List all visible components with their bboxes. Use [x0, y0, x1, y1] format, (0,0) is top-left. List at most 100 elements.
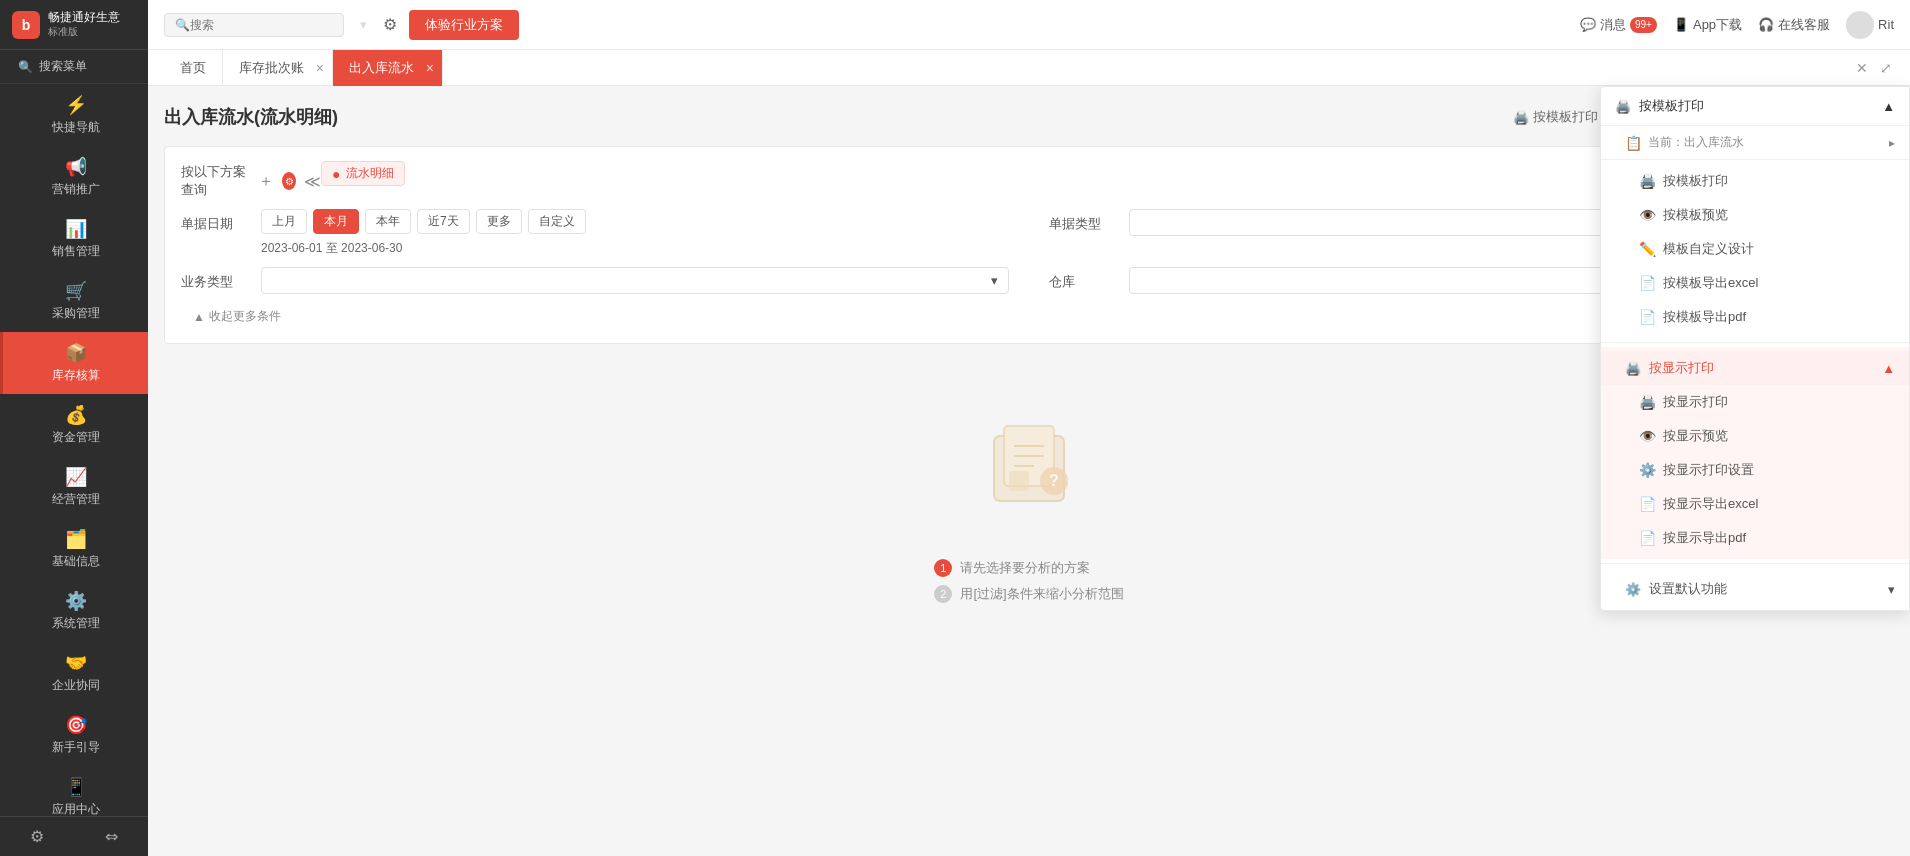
purchase-icon: 🛒 — [65, 280, 87, 302]
sidebar-collapse-btn[interactable]: ⇔ — [105, 827, 118, 846]
filter-expand-btn[interactable]: ≪ — [304, 172, 321, 191]
date-last-month-btn[interactable]: 上月 — [261, 209, 307, 234]
tab-home[interactable]: 首页 — [164, 50, 223, 86]
app-download-label: App下载 — [1693, 16, 1742, 34]
app-download-btn[interactable]: 📱 App下载 — [1673, 16, 1742, 34]
filter-name-tag[interactable]: ● 流水明细 — [321, 161, 405, 186]
empty-step-1: 1 请先选择要分析的方案 — [934, 555, 1123, 581]
inventory-icon: 📦 — [65, 342, 87, 364]
operations-icon: 📈 — [65, 466, 87, 488]
dropdown-divider-1 — [1601, 342, 1909, 343]
date-more-btn[interactable]: 更多 — [476, 209, 522, 234]
dropdown-title: 按模板打印 — [1639, 97, 1704, 115]
filter-date-label: 单据日期 — [181, 209, 261, 233]
filter-date-range: 2023-06-01 至 2023-06-30 — [261, 240, 1009, 257]
sidebar-item-finance[interactable]: 💰 资金管理 — [0, 394, 148, 456]
tab-stock-flow[interactable]: 出入库流水 × — [333, 50, 443, 86]
dropdown-template-preview-item[interactable]: 👁️ 按模板预览 — [1601, 198, 1909, 232]
filter-warehouse-label: 仓库 — [1049, 267, 1129, 291]
topbar-right: 💬 消息 99+ 📱 App下载 🎧 在线客服 Rit — [1580, 11, 1894, 39]
step-num-2: 2 — [934, 585, 952, 603]
dropdown-panel-header[interactable]: 🖨️ 按模板打印 ▲ — [1601, 87, 1909, 126]
tab-stock-flow-close[interactable]: × — [426, 61, 434, 75]
sidebar-item-system[interactable]: ⚙️ 系统管理 — [0, 580, 148, 642]
dropdown-display-section: 🖨️ 按显示打印 ▲ 🖨️ 按显示打印 👁️ 按显示预览 ⚙️ 按显示打印设置 … — [1601, 347, 1909, 559]
dropdown-chevron-up-icon: ▲ — [1882, 99, 1895, 114]
messages-btn[interactable]: 💬 消息 99+ — [1580, 16, 1657, 34]
topbar-gear-icon[interactable]: ⚙ — [383, 15, 397, 34]
dropdown-current-label: 当前：出入库流水 — [1648, 134, 1744, 151]
tab-close-all-btn[interactable]: ✕ — [1854, 58, 1870, 78]
sidebar-search[interactable]: 🔍 搜索菜单 — [0, 50, 148, 84]
app-name-area: 畅捷通好生意 标准版 — [48, 10, 120, 40]
finance-icon: 💰 — [65, 404, 87, 426]
date-7days-btn[interactable]: 近7天 — [417, 209, 470, 234]
sidebar-item-label: 快捷导航 — [52, 119, 100, 136]
sidebar-item-quick-nav[interactable]: ⚡ 快捷导航 — [0, 84, 148, 146]
sidebar-item-cooperation[interactable]: 🤝 企业协同 — [0, 642, 148, 704]
tab-right-buttons: ✕ ⤢ — [1854, 58, 1894, 78]
topbar-search-box[interactable]: 🔍 — [164, 13, 344, 37]
user-avatar-area[interactable]: Rit — [1846, 11, 1894, 39]
filter-main-label: 按以下方案查询 — [181, 163, 250, 199]
sidebar-item-label: 营销推广 — [52, 181, 100, 198]
display-export-pdf-icon: 📄 — [1639, 530, 1655, 546]
sidebar-item-label: 资金管理 — [52, 429, 100, 446]
template-export-pdf-icon: 📄 — [1639, 309, 1655, 325]
online-service-icon: 🎧 — [1758, 17, 1774, 32]
topbar-search-input[interactable] — [190, 18, 333, 32]
display-preview-icon: 👁️ — [1639, 428, 1655, 444]
industry-btn[interactable]: 体验行业方案 — [409, 10, 519, 40]
sidebar-settings-btn[interactable]: ⚙ — [30, 827, 44, 846]
dropdown-template-export-excel-item[interactable]: 📄 按模板导出excel — [1601, 266, 1909, 300]
display-print-icon: 🖨️ — [1639, 394, 1655, 410]
dropdown-template-export-pdf-item[interactable]: 📄 按模板导出pdf — [1601, 300, 1909, 334]
dropdown-display-export-excel-item[interactable]: 📄 按显示导出excel — [1601, 487, 1909, 521]
online-service-label: 在线客服 — [1778, 16, 1830, 34]
appcenter-icon: 📱 — [65, 776, 87, 798]
search-icon: 🔍 — [175, 18, 190, 32]
date-custom-btn[interactable]: 自定义 — [528, 209, 586, 234]
display-preview-label: 按显示预览 — [1663, 427, 1728, 445]
marketing-icon: 📢 — [65, 156, 87, 178]
sidebar-item-base[interactable]: 🗂️ 基础信息 — [0, 518, 148, 580]
filter-name-area: ● 流水明细 — [321, 161, 405, 186]
tab-inventory-batch-close[interactable]: × — [316, 61, 324, 75]
tab-expand-btn[interactable]: ⤢ — [1878, 58, 1894, 78]
template-preview-icon: 👁️ — [1639, 207, 1655, 223]
search-icon: 🔍 — [18, 60, 33, 74]
tab-inventory-batch[interactable]: 库存批次账 × — [223, 50, 333, 86]
dropdown-template-print-item[interactable]: 🖨️ 按模板打印 — [1601, 164, 1909, 198]
sidebar-item-operations[interactable]: 📈 经营管理 — [0, 456, 148, 518]
online-service-btn[interactable]: 🎧 在线客服 — [1758, 16, 1830, 34]
sidebar-item-sales[interactable]: 📊 销售管理 — [0, 208, 148, 270]
dropdown-default-header[interactable]: ⚙️ 设置默认功能 ▾ — [1601, 572, 1909, 606]
tab-home-label: 首页 — [180, 59, 206, 77]
dropdown-display-settings-item[interactable]: ⚙️ 按显示打印设置 — [1601, 453, 1909, 487]
date-this-month-btn[interactable]: 本月 — [313, 209, 359, 234]
filter-date-field: 上月 本月 本年 近7天 更多 自定义 2023-06-01 至 2023-06… — [261, 209, 1009, 257]
sidebar-item-inventory[interactable]: 📦 库存核算 — [0, 332, 148, 394]
dropdown-divider-2 — [1601, 563, 1909, 564]
dropdown-current-chevron: ▸ — [1889, 136, 1895, 150]
dropdown-display-print-item[interactable]: 🖨️ 按显示打印 — [1601, 385, 1909, 419]
dropdown-display-header[interactable]: 🖨️ 按显示打印 ▲ — [1601, 351, 1909, 385]
sidebar-item-purchase[interactable]: 🛒 采购管理 — [0, 270, 148, 332]
sidebar-item-appcenter[interactable]: 📱 应用中心 — [0, 766, 148, 816]
template-customize-icon: ✏️ — [1639, 241, 1655, 257]
sidebar-item-label: 销售管理 — [52, 243, 100, 260]
collapse-btn[interactable]: ▲ 收起更多条件 — [181, 304, 293, 329]
filter-add-btn[interactable]: ＋ — [258, 171, 274, 192]
sidebar-logo: b 畅捷通好生意 标准版 — [0, 0, 148, 50]
sidebar-item-marketing[interactable]: 📢 营销推广 — [0, 146, 148, 208]
filter-business-select[interactable]: ▾ — [261, 267, 1009, 294]
dropdown-template-customize-item[interactable]: ✏️ 模板自定义设计 — [1601, 232, 1909, 266]
dropdown-display-export-pdf-item[interactable]: 📄 按显示导出pdf — [1601, 521, 1909, 555]
display-print-label: 按显示打印 — [1663, 393, 1728, 411]
date-this-year-btn[interactable]: 本年 — [365, 209, 411, 234]
sidebar-item-guide[interactable]: 🎯 新手引导 — [0, 704, 148, 766]
dropdown-display-header-content: 🖨️ 按显示打印 — [1625, 359, 1714, 377]
dropdown-display-preview-item[interactable]: 👁️ 按显示预览 — [1601, 419, 1909, 453]
filter-tag-btn[interactable]: ⚙ — [282, 172, 296, 190]
template-customize-label: 模板自定义设计 — [1663, 240, 1754, 258]
